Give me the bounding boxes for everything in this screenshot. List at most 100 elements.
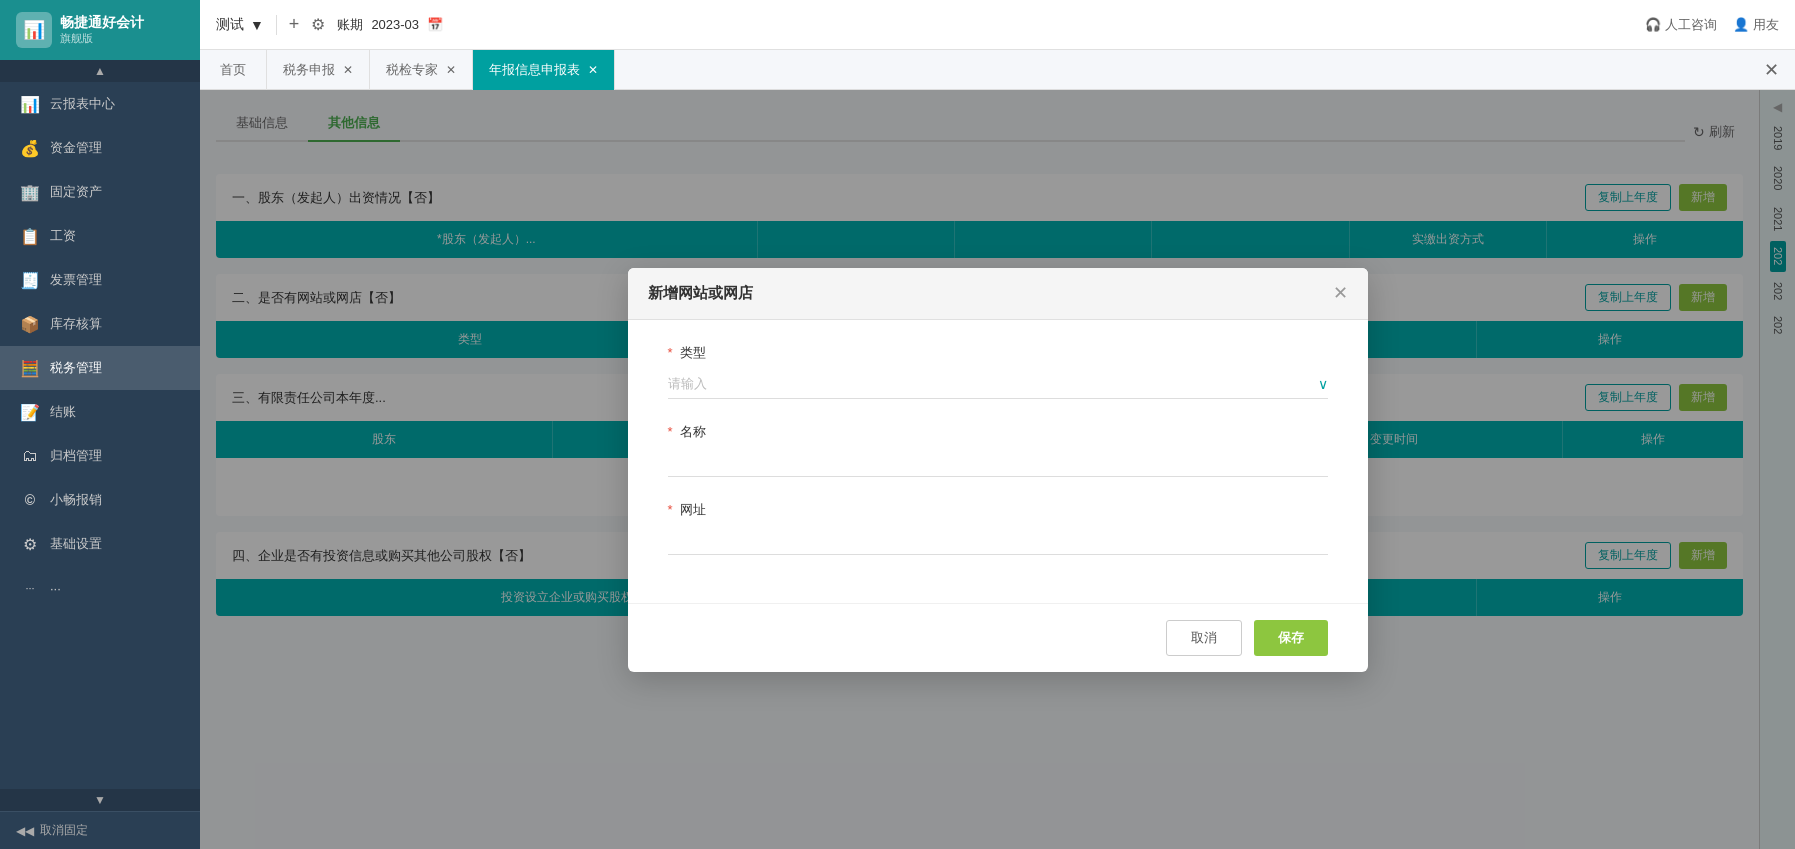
name-input-row [668, 449, 1328, 477]
sidebar-item-yunbaobiao-label: 云报表中心 [50, 95, 115, 113]
name-label: 名称 [680, 424, 706, 439]
tab-shuiwushenba-label: 税务申报 [283, 61, 335, 79]
sidebar-scroll-down[interactable]: ▼ [0, 789, 200, 811]
period-display: 账期 2023-03 📅 [337, 16, 443, 34]
name-required-mark: * [668, 424, 673, 439]
sidebar-item-more[interactable]: ··· ··· [0, 566, 200, 610]
sidebar-item-kucun[interactable]: 📦 库存核算 [0, 302, 200, 346]
calendar-icon[interactable]: 📅 [427, 17, 443, 32]
company-name: 测试 [216, 16, 244, 34]
tab-nianbaoshenba-close[interactable]: ✕ [588, 63, 598, 77]
sidebar-item-kucun-label: 库存核算 [50, 315, 102, 333]
consult-icon: 🎧 [1645, 17, 1661, 32]
sidebar-item-xiaopaobao[interactable]: © 小畅报销 [0, 478, 200, 522]
tab-nianbaoshenba[interactable]: 年报信息申报表 ✕ [473, 50, 615, 90]
company-dropdown-icon: ▼ [250, 17, 264, 33]
dialog-title: 新增网站或网店 [648, 284, 753, 303]
add-company-button[interactable]: + [289, 14, 300, 35]
company-selector[interactable]: 测试 ▼ [216, 16, 264, 34]
sidebar-item-jichushezhi[interactable]: ⚙ 基础设置 [0, 522, 200, 566]
dialog-close-button[interactable]: ✕ [1333, 284, 1348, 302]
dialog-overlay: 新增网站或网店 ✕ * 类型 ∨ [200, 90, 1795, 849]
zijin-icon: 💰 [20, 138, 40, 158]
dialog-footer: 取消 保存 [628, 603, 1368, 672]
dialog-header: 新增网站或网店 ✕ [628, 268, 1368, 320]
topbar-divider-1 [276, 15, 277, 35]
type-dropdown-icon[interactable]: ∨ [1318, 376, 1328, 392]
type-label: 类型 [680, 345, 706, 360]
sidebar-item-yunbaobiao[interactable]: 📊 云报表中心 [0, 82, 200, 126]
sidebar-item-guidang[interactable]: 🗂 归档管理 [0, 434, 200, 478]
guidang-icon: 🗂 [20, 446, 40, 466]
tab-shujianzhijia-close[interactable]: ✕ [446, 63, 456, 77]
content-area: 基础信息 其他信息 ↻ 刷新 一、股东（发起人）出资情况【否】 [200, 90, 1795, 849]
settings-button[interactable]: ⚙ [311, 15, 325, 34]
sidebar-footer[interactable]: ◀◀ 取消固定 [0, 811, 200, 849]
type-input-row: ∨ [668, 370, 1328, 399]
sidebar-item-jichushezhi-label: 基础设置 [50, 535, 102, 553]
sidebar-footer-label: 取消固定 [40, 822, 88, 839]
user-icon: 👤 [1733, 17, 1749, 32]
topbar-right: 🎧 人工咨询 👤 用友 [1645, 16, 1779, 34]
save-button[interactable]: 保存 [1254, 620, 1328, 656]
gudingzichan-icon: 🏢 [20, 182, 40, 202]
tabs-bar: 首页 税务申报 ✕ 税检专家 ✕ 年报信息申报表 ✕ ✕ [200, 50, 1795, 90]
consult-button[interactable]: 🎧 人工咨询 [1645, 16, 1717, 34]
pin-icon: ◀◀ [16, 824, 34, 838]
sidebar-item-fapiao[interactable]: 🧾 发票管理 [0, 258, 200, 302]
url-input[interactable] [668, 533, 1328, 548]
logo-icon: 📊 [16, 12, 52, 48]
period-value: 2023-03 [371, 17, 419, 32]
sidebar-nav: 📊 云报表中心 💰 资金管理 🏢 固定资产 📋 工资 🧾 发票管理 📦 [0, 82, 200, 789]
tab-shujianzhijia[interactable]: 税检专家 ✕ [370, 50, 473, 90]
logo-sub: 旗舰版 [60, 31, 144, 46]
type-input[interactable] [668, 376, 1318, 391]
fapiao-icon: 🧾 [20, 270, 40, 290]
sidebar-scroll-up[interactable]: ▲ [0, 60, 200, 82]
cancel-button[interactable]: 取消 [1166, 620, 1242, 656]
jiezhang-icon: 📝 [20, 402, 40, 422]
shuiwu-icon: 🧮 [20, 358, 40, 378]
logo-name: 畅捷通好会计 [60, 14, 144, 31]
tab-home[interactable]: 首页 [200, 50, 267, 90]
sidebar-item-gudingzichan[interactable]: 🏢 固定资产 [0, 170, 200, 214]
consult-label: 人工咨询 [1665, 16, 1717, 34]
sidebar-item-shuiwu[interactable]: 🧮 税务管理 [0, 346, 200, 390]
tab-shujianzhijia-label: 税检专家 [386, 61, 438, 79]
sidebar-item-jiezhang[interactable]: 📝 结账 [0, 390, 200, 434]
user-menu[interactable]: 👤 用友 [1733, 16, 1779, 34]
type-required-mark: * [668, 345, 673, 360]
kucun-icon: 📦 [20, 314, 40, 334]
name-input[interactable] [668, 455, 1328, 470]
jichushezhi-icon: ⚙ [20, 534, 40, 554]
sidebar-logo: 📊 畅捷通好会计 旗舰版 [0, 0, 200, 60]
form-field-url: * 网址 [668, 501, 1328, 555]
topbar: 测试 ▼ + ⚙ 账期 2023-03 📅 🎧 人工咨询 👤 用友 [200, 0, 1795, 50]
tab-home-label: 首页 [220, 61, 246, 79]
sidebar-item-zijin-label: 资金管理 [50, 139, 102, 157]
sidebar-item-jiezhang-label: 结账 [50, 403, 76, 421]
tab-shuiwushenba[interactable]: 税务申报 ✕ [267, 50, 370, 90]
xiaopaobao-icon: © [20, 490, 40, 510]
user-label: 用友 [1753, 16, 1779, 34]
sidebar-item-gudingzichan-label: 固定资产 [50, 183, 102, 201]
sidebar-item-more-label: ··· [50, 581, 61, 596]
form-field-name: * 名称 [668, 423, 1328, 477]
tab-nianbaoshenba-label: 年报信息申报表 [489, 61, 580, 79]
sidebar-item-gongzi[interactable]: 📋 工资 [0, 214, 200, 258]
more-icon: ··· [20, 578, 40, 598]
sidebar-item-shuiwu-label: 税务管理 [50, 359, 102, 377]
main-area: 测试 ▼ + ⚙ 账期 2023-03 📅 🎧 人工咨询 👤 用友 [200, 0, 1795, 849]
tab-shuiwushenba-close[interactable]: ✕ [343, 63, 353, 77]
sidebar: 📊 畅捷通好会计 旗舰版 ▲ 📊 云报表中心 💰 资金管理 🏢 固定资产 📋 [0, 0, 200, 849]
url-label: 网址 [680, 502, 706, 517]
url-input-row [668, 527, 1328, 555]
window-close-button[interactable]: ✕ [1748, 59, 1795, 81]
period-label: 账期 [337, 16, 363, 34]
sidebar-item-gongzi-label: 工资 [50, 227, 76, 245]
add-website-dialog: 新增网站或网店 ✕ * 类型 ∨ [628, 268, 1368, 672]
form-field-type: * 类型 ∨ [668, 344, 1328, 399]
sidebar-item-guidang-label: 归档管理 [50, 447, 102, 465]
sidebar-item-zijin[interactable]: 💰 资金管理 [0, 126, 200, 170]
dialog-body: * 类型 ∨ * 名称 [628, 320, 1368, 603]
